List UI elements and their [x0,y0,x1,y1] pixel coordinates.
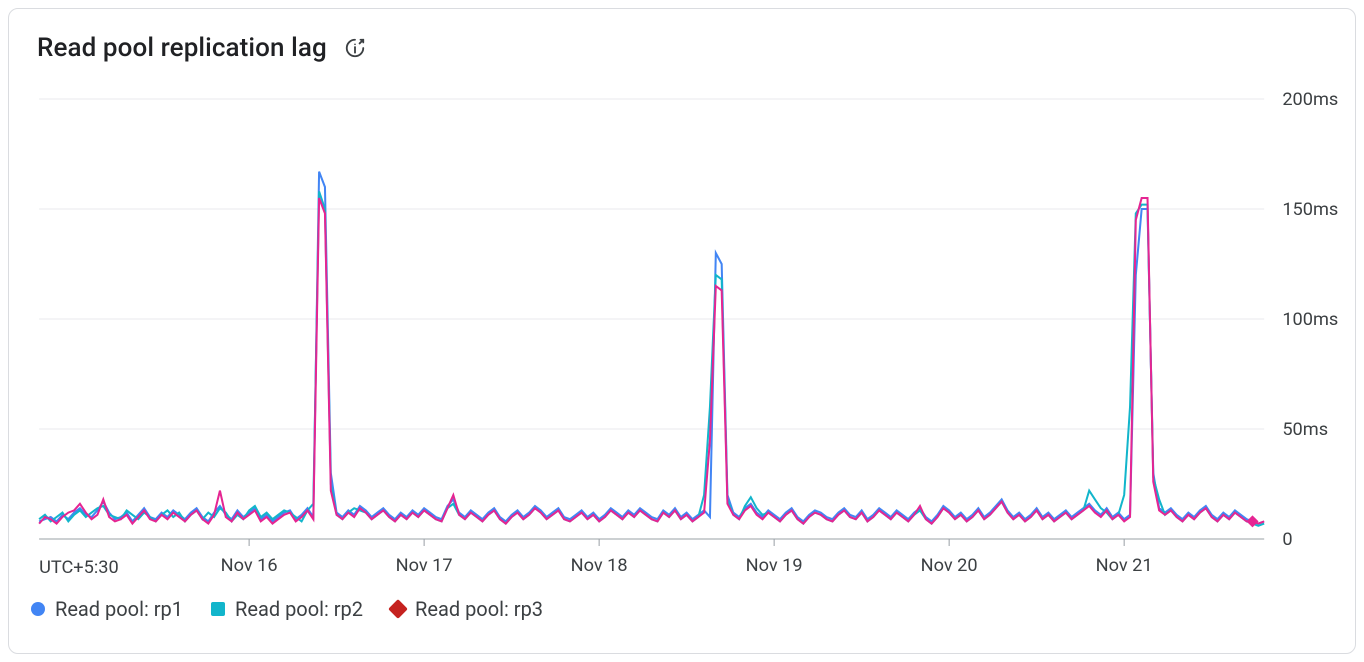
chart-plot-area[interactable]: 050ms100ms150ms200ms Nov 16Nov 17Nov 18N… [29,89,1343,589]
timezone-label: UTC+5:30 [39,557,119,578]
svg-text:Nov 19: Nov 19 [746,555,803,576]
legend-item-rp3[interactable]: Read pool: rp3 [391,597,543,621]
series-line-read-pool-rp1[interactable] [39,172,1264,524]
x-axis: Nov 16 Nov 17 Nov 18 Nov 19 Nov 20 Nov 21 [221,539,1153,576]
chart-series-group [39,172,1264,526]
legend-label-rp2: Read pool: rp2 [235,597,363,621]
legend-item-rp2[interactable]: Read pool: rp2 [211,597,363,621]
chart-svg: 050ms100ms150ms200ms Nov 16Nov 17Nov 18N… [29,89,1343,589]
legend-label-rp3: Read pool: rp3 [415,597,543,621]
info-icon[interactable] [341,34,369,62]
chart-legend: Read pool: rp1 Read pool: rp2 Read pool: r… [9,589,1355,629]
svg-text:Nov 21: Nov 21 [1096,555,1153,576]
svg-text:50ms: 50ms [1282,419,1328,440]
legend-swatch-rp3 [388,599,408,619]
svg-text:200ms: 200ms [1282,89,1338,110]
chart-card: Read pool replication lag 0 50ms 100ms 150m… [8,8,1356,654]
svg-text:Nov 17: Nov 17 [396,555,453,576]
svg-text:100ms: 100ms [1282,309,1338,330]
svg-text:Nov 20: Nov 20 [921,555,978,576]
legend-swatch-rp2 [211,602,225,616]
chart-header: Read pool replication lag [9,9,1355,69]
legend-label-rp1: Read pool: rp1 [55,597,183,621]
legend-swatch-rp1 [31,602,45,616]
series-line-read-pool-rp3[interactable] [39,198,1264,524]
svg-text:Nov 16: Nov 16 [221,555,278,576]
svg-text:0: 0 [1282,529,1292,550]
legend-item-rp1[interactable]: Read pool: rp1 [31,597,183,621]
svg-text:150ms: 150ms [1282,199,1338,220]
chart-title: Read pool replication lag [37,33,327,63]
chart-gridlines [39,99,1264,539]
series-line-read-pool-rp2[interactable] [39,191,1264,525]
svg-text:Nov 18: Nov 18 [571,555,628,576]
y-axis: 0 50ms 100ms 150ms 200ms [1282,89,1338,550]
